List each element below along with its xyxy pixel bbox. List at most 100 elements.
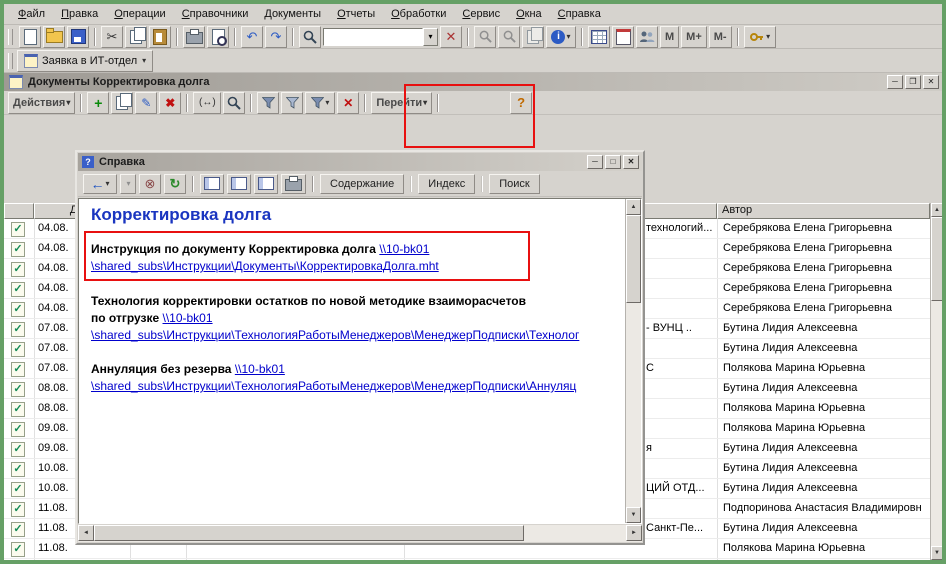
clear-icon: ✕	[445, 28, 457, 44]
filter-by-value-button[interactable]	[257, 91, 280, 114]
service-tab-it-request[interactable]: Заявка в ИТ-отдел ▾	[17, 49, 154, 72]
scroll-down-button[interactable]: ▼	[931, 546, 942, 560]
scroll-left-button[interactable]: ◄	[78, 525, 94, 541]
open-in-window-button[interactable]	[254, 173, 278, 194]
service-tab-label: Заявка в ИТ-отдел	[42, 54, 138, 67]
memory-m-button[interactable]: M	[660, 25, 680, 48]
separator	[364, 93, 367, 112]
scroll-up-button[interactable]: ▲	[626, 199, 641, 215]
menu-item-правка[interactable]: Правка	[53, 5, 106, 23]
forward-button[interactable]: ▾	[120, 173, 136, 194]
separator	[410, 175, 413, 192]
undo-button[interactable]: ↶	[241, 25, 263, 48]
cell-kontragent-fragment: технологий...	[646, 222, 713, 234]
cell-kontragent-fragment: ЦИЙ ОТД...	[646, 482, 705, 494]
menu-item-операции[interactable]: Операции	[106, 5, 173, 23]
minimize-button[interactable]: ─	[587, 155, 603, 169]
show-pane-2-button[interactable]	[227, 173, 251, 194]
paste-button[interactable]	[149, 25, 171, 48]
search-button[interactable]: Поиск	[489, 173, 540, 194]
clear-filter-button[interactable]: ✕	[337, 91, 360, 114]
clear-search-button[interactable]: ✕	[440, 25, 462, 48]
refresh-button[interactable]: ↻	[164, 173, 186, 194]
find-button[interactable]	[299, 25, 321, 48]
scroll-thumb[interactable]	[94, 525, 524, 541]
scroll-thumb[interactable]	[626, 215, 641, 303]
technology-link-path[interactable]: \shared_subs\Инструкции\ТехнологияРаботы…	[91, 328, 579, 342]
stop-button[interactable]: ⊗	[139, 173, 161, 194]
filter-settings-button[interactable]	[281, 91, 304, 114]
edit-button[interactable]: ✎	[135, 91, 158, 114]
annulation-link-server[interactable]: \\10-bk01	[235, 362, 285, 376]
help-hscrollbar[interactable]: ◄ ►	[78, 525, 642, 542]
delete-button[interactable]: ✖	[159, 91, 182, 114]
posted-document-icon: ✓	[11, 502, 25, 517]
technology-link-server[interactable]: \\10-bk01	[163, 311, 213, 325]
users-button[interactable]	[636, 25, 658, 48]
set-interval-button[interactable]: (↔)	[193, 91, 222, 114]
scroll-thumb[interactable]	[931, 217, 942, 301]
help-window-titlebar[interactable]: ? Справка ─ □ ✕	[78, 153, 642, 171]
table-row[interactable]: ✓11.08.техническ...Подпоринова Анастасия…	[4, 559, 930, 560]
table-grid-button[interactable]	[588, 25, 610, 48]
show-pane-button[interactable]	[200, 173, 224, 194]
cut-button[interactable]: ✂	[101, 25, 123, 48]
column-header-icon[interactable]	[4, 203, 34, 219]
search-input[interactable]	[323, 27, 423, 46]
close-button[interactable]: ✕	[923, 75, 939, 89]
new-document-button[interactable]	[19, 25, 41, 48]
column-header-Автор[interactable]: Автор	[717, 203, 930, 219]
cell-date: 04.08.	[38, 262, 69, 274]
contents-button[interactable]: Содержание	[320, 173, 405, 194]
menu-item-отчеты[interactable]: Отчеты	[329, 5, 383, 23]
toolbar-grip[interactable]	[8, 28, 13, 45]
info-button[interactable]: i ▾	[546, 25, 576, 48]
minimize-button[interactable]: ─	[887, 75, 903, 89]
actions-button[interactable]: Действия ▾	[8, 91, 76, 114]
scroll-up-button[interactable]: ▲	[931, 203, 942, 217]
find-next-button[interactable]	[474, 25, 496, 48]
annulation-link-path[interactable]: \shared_subs\Инструкции\ТехнологияРаботы…	[91, 379, 576, 393]
copy-row-button[interactable]	[111, 91, 134, 114]
add-button[interactable]: +	[87, 91, 110, 114]
close-button[interactable]: ✕	[623, 155, 639, 169]
back-button[interactable]: ← ▾	[83, 173, 117, 194]
menu-item-документы[interactable]: Документы	[256, 5, 329, 23]
chevron-down-icon[interactable]: ▾	[423, 27, 438, 46]
menu-item-файл[interactable]: Файл	[10, 5, 53, 23]
menu-item-справочники[interactable]: Справочники	[174, 5, 257, 23]
menu-item-обработки[interactable]: Обработки	[383, 5, 454, 23]
access-key-button[interactable]: ▾	[743, 25, 776, 48]
print-topic-button[interactable]	[281, 173, 306, 194]
menu-item-справка[interactable]: Справка	[550, 5, 609, 23]
window-icon	[258, 177, 274, 190]
find-previous-button[interactable]	[498, 25, 520, 48]
posted-document-icon: ✓	[11, 482, 25, 497]
index-button[interactable]: Индекс	[418, 173, 476, 194]
table-vscrollbar[interactable]: ▲ ▼	[930, 203, 942, 560]
filter-history-button[interactable]: ▾	[305, 91, 336, 114]
help-vscrollbar[interactable]: ▲ ▼	[625, 199, 641, 523]
scroll-right-button[interactable]: ►	[626, 525, 642, 541]
menu-item-окна[interactable]: Окна	[508, 5, 550, 23]
restore-button[interactable]: ❐	[905, 75, 921, 89]
memory-m-plus-button[interactable]: M+	[681, 25, 707, 48]
find-in-list-button[interactable]	[223, 91, 246, 114]
copy-fragment-button[interactable]	[522, 25, 544, 48]
help-section-annulation: Аннуляция без резерва \\10-bk01 \shared_…	[91, 361, 615, 395]
cell-kontragent-fragment: я	[646, 442, 652, 454]
print-button[interactable]	[183, 25, 205, 48]
print-preview-button[interactable]	[207, 25, 229, 48]
scroll-down-button[interactable]: ▼	[626, 507, 641, 523]
calendar-button[interactable]	[612, 25, 634, 48]
copy-button[interactable]	[125, 25, 147, 48]
maximize-button[interactable]: □	[605, 155, 621, 169]
menu-item-сервис[interactable]: Сервис	[454, 5, 508, 23]
toolbar-grip[interactable]	[8, 52, 13, 69]
separator	[481, 175, 484, 192]
help-icon: ?	[82, 156, 94, 168]
save-button[interactable]	[67, 25, 89, 48]
open-button[interactable]	[43, 25, 65, 48]
redo-button[interactable]: ↷	[265, 25, 287, 48]
memory-m-minus-button[interactable]: M-	[708, 25, 732, 48]
